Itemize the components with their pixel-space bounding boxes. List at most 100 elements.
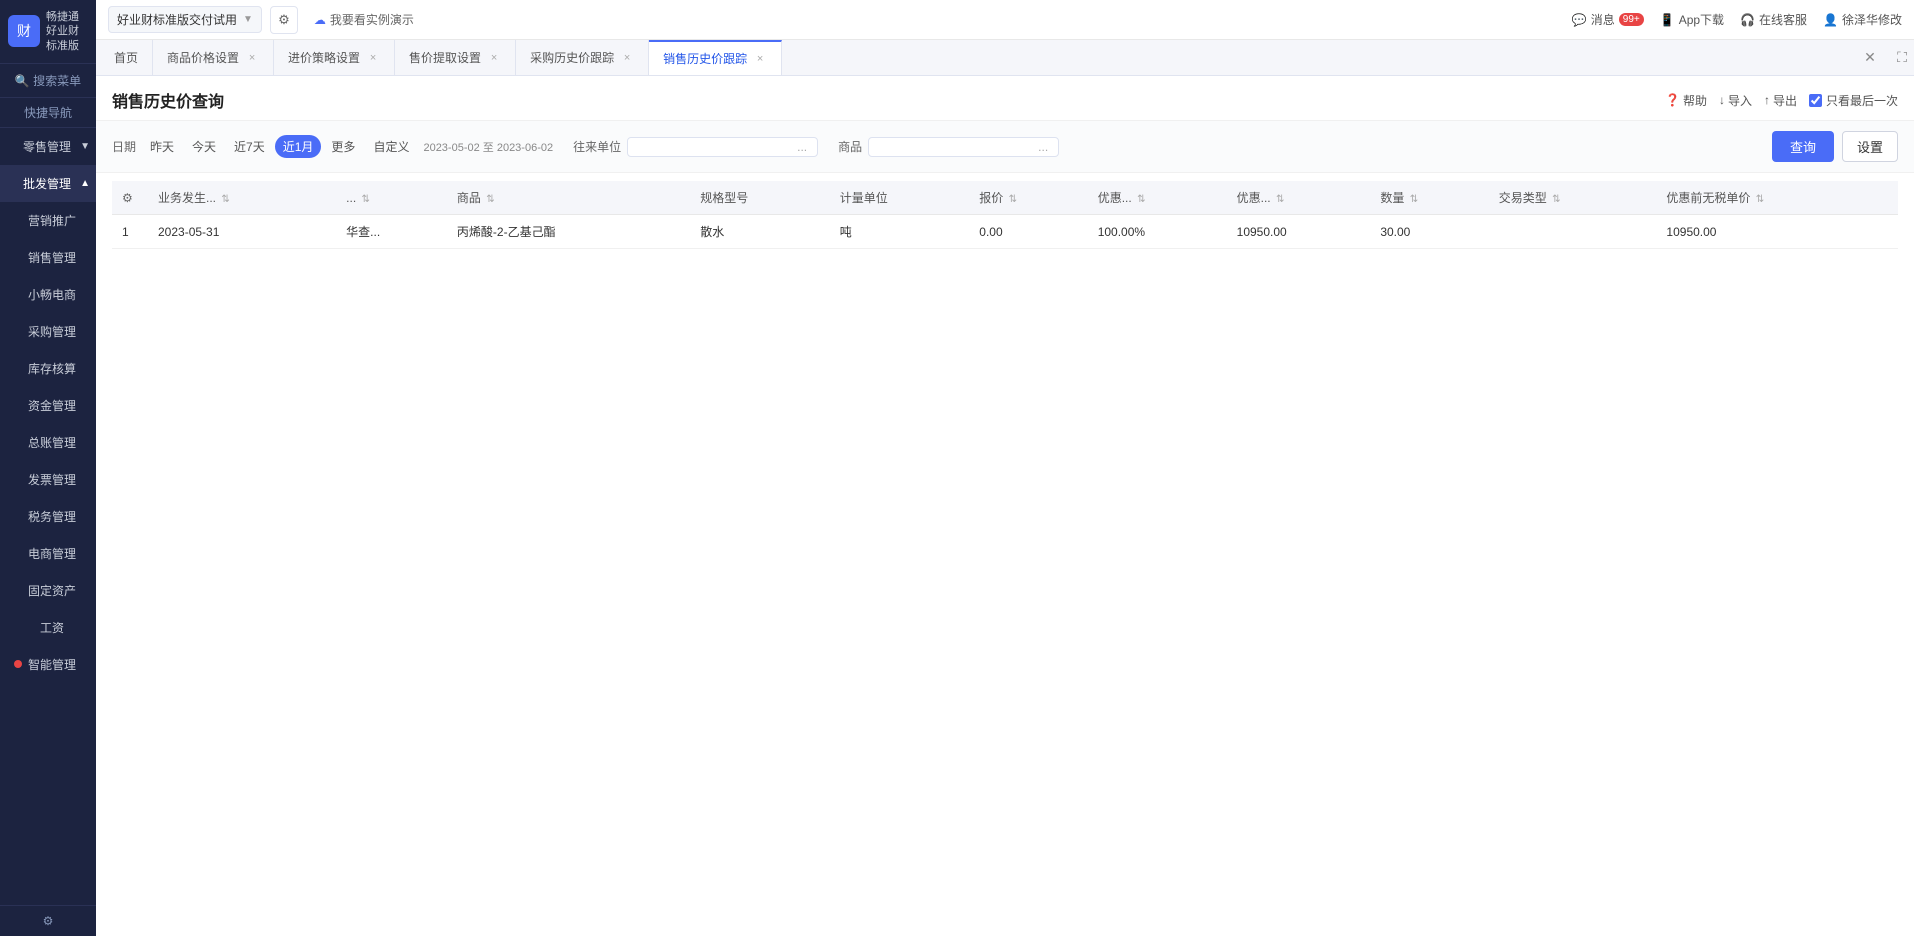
app-download-button[interactable]: 📱 App下载: [1660, 11, 1724, 28]
date-more[interactable]: 更多: [323, 135, 363, 158]
date-filter-group: 日期 昨天 今天 近7天 近1月 更多 自定义 2023-05-02 至 202…: [112, 135, 553, 158]
table-header-row: ⚙ 业务发生... ⇅ ... ⇅ 商品: [112, 181, 1898, 215]
sidebar-item-wholesale[interactable]: 批发管理 ▲: [0, 165, 96, 202]
window-maximize-button[interactable]: ⛶: [1890, 46, 1914, 70]
col-quantity: 数量 ⇅: [1370, 181, 1488, 215]
sort-discount-price-icon[interactable]: ⇅: [1276, 194, 1284, 205]
app-selector-label: 好业财标准版交付试用: [117, 11, 237, 28]
show-last-checkbox[interactable]: 只看最后一次: [1809, 92, 1898, 109]
sort-quantity-icon[interactable]: ⇅: [1410, 194, 1418, 205]
messages-button[interactable]: 💬 消息 99+: [1572, 11, 1644, 28]
sidebar-item-smart-mgmt[interactable]: 智能管理: [0, 646, 96, 683]
export-button[interactable]: ↑ 导出: [1764, 92, 1797, 109]
main-area: 好业财标准版交付试用 ▼ ⚙ ☁ 我要看实例演示 💬 消息 99+ 📱 App下…: [96, 0, 1914, 936]
sidebar-item-finance[interactable]: 资金管理: [0, 387, 96, 424]
source-unit-input[interactable]: [636, 140, 791, 154]
table-wrapper: ⚙ 业务发生... ⇅ ... ⇅ 商品: [96, 173, 1914, 257]
tab-purchase-history[interactable]: 采购历史价跟踪 ×: [516, 40, 649, 75]
sort-product-icon[interactable]: ⇅: [486, 194, 494, 205]
col-pre-tax-price: 优惠前无税单价 ⇅: [1656, 181, 1898, 215]
sort-biz-date-icon[interactable]: ⇅: [221, 194, 229, 205]
data-table: ⚙ 业务发生... ⇅ ... ⇅ 商品: [112, 181, 1898, 249]
sidebar-item-invoice[interactable]: 发票管理: [0, 461, 96, 498]
tab-sale-price[interactable]: 售价提取设置 ×: [395, 40, 516, 75]
tab-purchase-strategy[interactable]: 进价策略设置 ×: [274, 40, 395, 75]
sidebar-item-purchase[interactable]: 采购管理: [0, 313, 96, 350]
tab-sale-history-label: 销售历史价跟踪: [663, 50, 747, 67]
cell-unit: 吨: [830, 215, 969, 249]
action-bar: 查询 设置: [1772, 131, 1898, 162]
tab-purchase-strategy-close[interactable]: ×: [366, 51, 380, 65]
tab-sale-history[interactable]: 销售历史价跟踪 ×: [649, 40, 782, 75]
tab-purchase-history-close[interactable]: ×: [620, 51, 634, 65]
sidebar-item-tax[interactable]: 税务管理: [0, 498, 96, 535]
cell-quantity: 30.00: [1370, 215, 1488, 249]
tab-purchase-history-label: 采购历史价跟踪: [530, 49, 614, 66]
date-custom[interactable]: 自定义: [365, 135, 417, 158]
date-range-text: 2023-05-02 至 2023-06-02: [423, 139, 553, 155]
app-download-label: App下载: [1679, 11, 1724, 28]
col-tx-type: 交易类型 ⇅: [1489, 181, 1657, 215]
topbar: 好业财标准版交付试用 ▼ ⚙ ☁ 我要看实例演示 💬 消息 99+ 📱 App下…: [96, 0, 1914, 40]
sidebar-item-inventory[interactable]: 库存核算: [0, 350, 96, 387]
query-button[interactable]: 查询: [1772, 131, 1834, 162]
source-unit-label: 往来单位: [573, 138, 621, 155]
user-name: 徐泽华修改: [1842, 11, 1902, 28]
sidebar-item-sales-mgmt[interactable]: 销售管理: [0, 239, 96, 276]
window-close-button[interactable]: ✕: [1858, 46, 1882, 70]
date-options: 昨天 今天 近7天 近1月 更多 自定义: [142, 135, 417, 158]
tab-price-settings-close[interactable]: ×: [245, 51, 259, 65]
sort-discount-rate-icon[interactable]: ⇅: [1137, 194, 1145, 205]
product-dots-button[interactable]: ...: [1036, 140, 1050, 154]
product-label: 商品: [838, 138, 862, 155]
smart-mgmt-dot: [14, 660, 22, 668]
cell-price: 0.00: [969, 215, 1087, 249]
tab-sale-history-close[interactable]: ×: [753, 52, 767, 66]
sidebar-item-ecommerce[interactable]: 小畅电商: [0, 276, 96, 313]
tab-home[interactable]: 首页: [100, 40, 153, 75]
sidebar-item-payroll[interactable]: 工资: [0, 609, 96, 646]
page-title: 销售历史价查询: [112, 88, 224, 112]
date-today[interactable]: 今天: [184, 135, 224, 158]
chevron-down-icon: ▼: [243, 14, 253, 25]
date-last7[interactable]: 近7天: [226, 135, 273, 158]
settings-button[interactable]: 设置: [1842, 131, 1898, 162]
table-settings-icon[interactable]: ⚙: [122, 191, 133, 205]
sort-pre-tax-icon[interactable]: ⇅: [1756, 194, 1764, 205]
tabbar: 首页 商品价格设置 × 进价策略设置 × 售价提取设置 × 采购历史价跟踪 × …: [96, 40, 1914, 76]
import-button[interactable]: ↓ 导入: [1719, 92, 1752, 109]
topbar-settings-button[interactable]: ⚙: [270, 6, 298, 34]
date-yesterday[interactable]: 昨天: [142, 135, 182, 158]
page-header: 销售历史价查询 ❓ 帮助 ↓ 导入 ↑ 导出 只看最后一次: [96, 76, 1914, 121]
tab-sale-price-close[interactable]: ×: [487, 51, 501, 65]
sort-price-icon[interactable]: ⇅: [1009, 194, 1017, 205]
cell-more: 华查...: [336, 215, 447, 249]
cell-biz-date: 2023-05-31: [148, 215, 336, 249]
demo-link[interactable]: ☁ 我要看实例演示: [314, 11, 414, 28]
sidebar-item-marketing[interactable]: 营销推广: [0, 202, 96, 239]
logo-text: 畅捷通好业财 标准版: [46, 10, 88, 53]
sidebar-item-fixed-assets[interactable]: 固定资产: [0, 572, 96, 609]
sort-tx-type-icon[interactable]: ⇅: [1552, 194, 1560, 205]
show-last-input[interactable]: [1809, 94, 1822, 107]
sidebar-item-ledger[interactable]: 总账管理: [0, 424, 96, 461]
date-last1m[interactable]: 近1月: [275, 135, 322, 158]
app-selector[interactable]: 好业财标准版交付试用 ▼: [108, 6, 262, 33]
source-unit-dots-button[interactable]: ...: [795, 140, 809, 154]
sidebar-item-retail[interactable]: 零售管理 ▼: [0, 128, 96, 165]
sidebar-search[interactable]: 🔍 搜索菜单: [0, 64, 96, 98]
col-discount-price: 优惠... ⇅: [1227, 181, 1371, 215]
sort-more-icon[interactable]: ⇅: [362, 194, 370, 205]
sidebar-item-ecommerce2[interactable]: 电商管理: [0, 535, 96, 572]
sidebar-settings[interactable]: ⚙: [0, 905, 96, 936]
tab-home-label: 首页: [114, 49, 138, 66]
sidebar-quick-nav[interactable]: 快捷导航: [0, 98, 96, 128]
product-input[interactable]: [877, 140, 1032, 154]
user-button[interactable]: 👤 徐泽华修改: [1823, 11, 1902, 28]
col-unit: 计量单位: [830, 181, 969, 215]
topbar-right: 💬 消息 99+ 📱 App下载 🎧 在线客服 👤 徐泽华修改: [1572, 11, 1902, 28]
tab-price-settings[interactable]: 商品价格设置 ×: [153, 40, 274, 75]
online-service-button[interactable]: 🎧 在线客服: [1740, 11, 1807, 28]
help-button[interactable]: ❓ 帮助: [1665, 92, 1707, 109]
sidebar: 财 畅捷通好业财 标准版 🔍 搜索菜单 快捷导航 零售管理 ▼ 批发管理 ▲ 营…: [0, 0, 96, 936]
